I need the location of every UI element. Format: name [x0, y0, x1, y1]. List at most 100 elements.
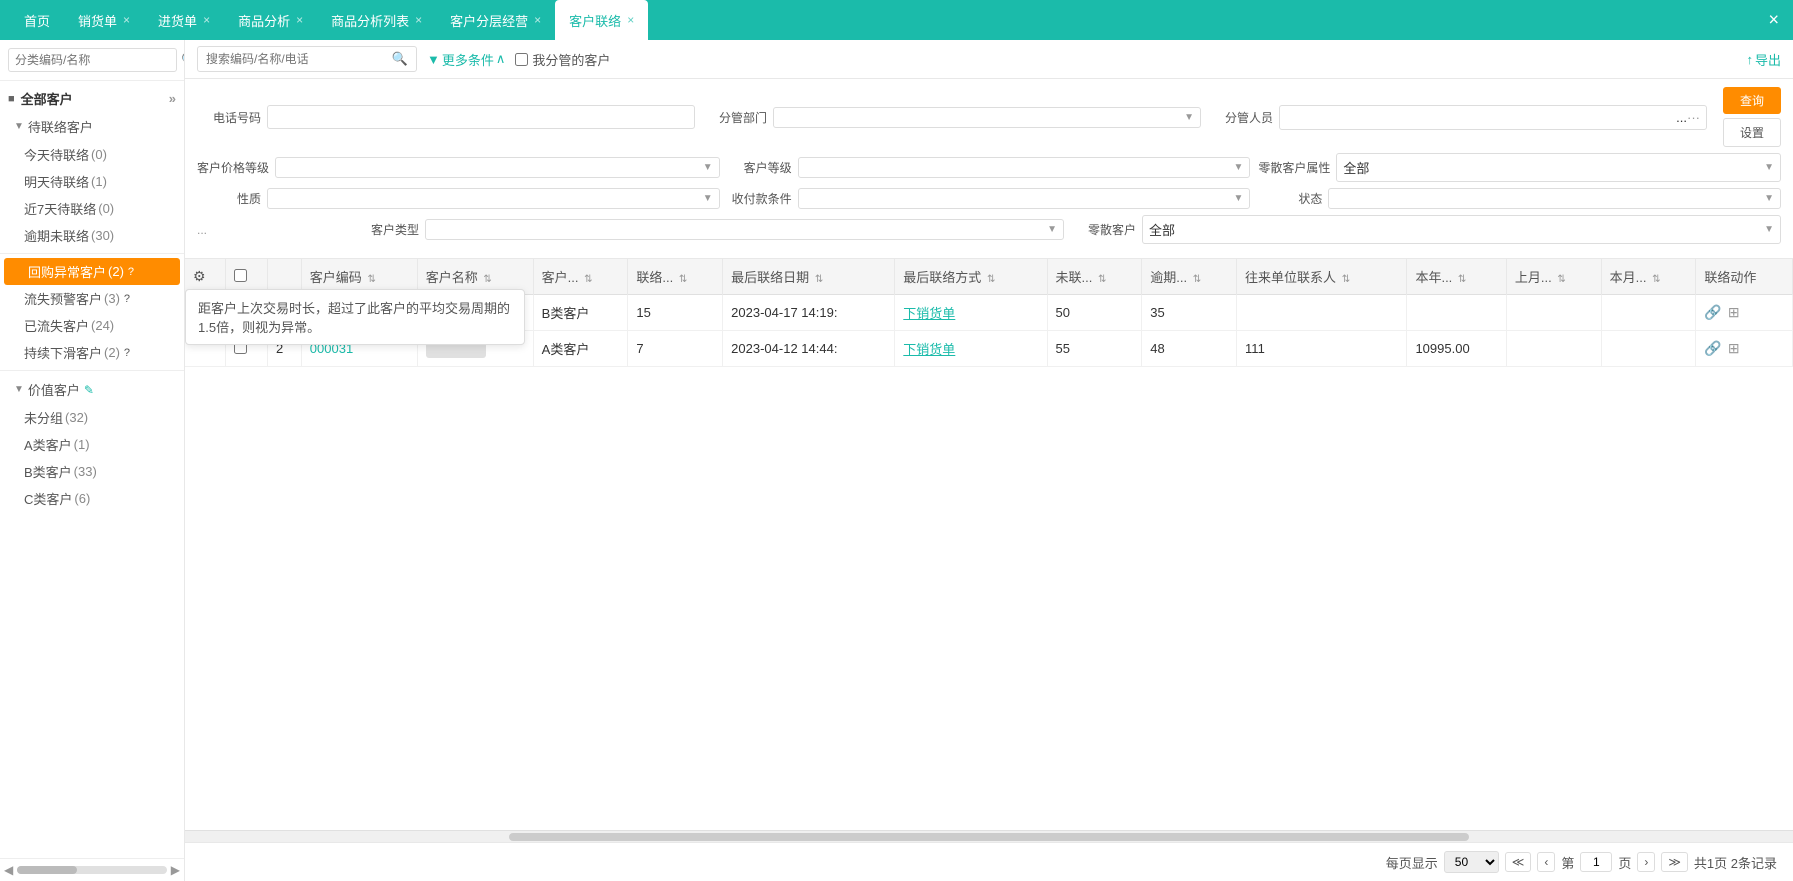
- sidebar-item-tomorrow[interactable]: 明天待联络 (1): [0, 168, 184, 195]
- th-this-month[interactable]: 本月... ⇅: [1601, 259, 1696, 295]
- filter-more-btn[interactable]: ...: [197, 223, 207, 237]
- all-customers-expand-icon: ■: [8, 93, 15, 105]
- horizontal-scrollbar[interactable]: [185, 830, 1793, 842]
- nav-home[interactable]: 首页: [10, 0, 64, 40]
- pending-contact-title[interactable]: ▼ 待联络客户: [0, 112, 184, 141]
- sidebar-item-class-b[interactable]: B类客户 (33): [0, 458, 184, 485]
- sidebar-search-input[interactable]: [8, 48, 177, 72]
- td-pending-0: 50: [1047, 295, 1142, 331]
- sidebar-item-today[interactable]: 今天待联络 (0): [0, 141, 184, 168]
- settings-icon[interactable]: ⚙: [193, 268, 206, 284]
- nav-analysis-list[interactable]: 商品分析列表 ×: [317, 0, 436, 40]
- dept-select[interactable]: ▼: [773, 107, 1201, 128]
- manager-select[interactable]: ... ···: [1279, 105, 1707, 130]
- customer-level-select[interactable]: ▼: [798, 157, 1251, 178]
- th-last-contact-method[interactable]: 最后联络方式 ⇅: [895, 259, 1047, 295]
- lost-warning-help-icon[interactable]: ?: [124, 293, 130, 305]
- th-contact[interactable]: 联络... ⇅: [628, 259, 723, 295]
- last-page-btn[interactable]: ≫: [1661, 852, 1688, 872]
- th-last-month[interactable]: 上月... ⇅: [1506, 259, 1601, 295]
- nav-customer-contact[interactable]: 客户联络 ×: [555, 0, 648, 40]
- nature-select[interactable]: ▼: [267, 188, 720, 209]
- td-this-month-0: [1601, 295, 1696, 331]
- payment-select[interactable]: ▼: [798, 188, 1251, 209]
- td-last-month-0: [1506, 295, 1601, 331]
- current-page-input[interactable]: [1580, 852, 1612, 872]
- nav-sales-close[interactable]: ×: [123, 13, 130, 27]
- td-contact-0: 15: [628, 295, 723, 331]
- th-last-contact-date[interactable]: 最后联络日期 ⇅: [723, 259, 895, 295]
- retail-customer-select[interactable]: 全部 ▼: [1142, 215, 1781, 244]
- sidebar: 🔍 ■ 全部客户 » ▼ 待联络客户 今天待联络 (0) 明天待联络 (1) 近…: [0, 40, 185, 881]
- price-level-select[interactable]: ▼: [275, 157, 720, 178]
- nav-purchase-close[interactable]: ×: [203, 13, 210, 27]
- this-year-sort-icon: ⇅: [1458, 274, 1466, 285]
- nav-purchase[interactable]: 进货单 ×: [144, 0, 224, 40]
- search-magnifier-icon[interactable]: 🔍: [392, 51, 408, 67]
- td-last-method-1[interactable]: 下销货单: [895, 331, 1047, 367]
- app-close-btn[interactable]: ×: [1768, 10, 1779, 31]
- filter-payment: 收付款条件 ▼: [728, 188, 1251, 209]
- filter-action-btns: 查询 设置: [1723, 87, 1781, 147]
- category-sort-icon: ⇅: [584, 274, 592, 285]
- sidebar-item-lost-warning[interactable]: 流失预警客户 (3) ?: [0, 285, 184, 312]
- sidebar-item-repurchase-abnormal[interactable]: 回购异常客户 (2) ?: [4, 258, 180, 285]
- th-overdue[interactable]: 逾期... ⇅: [1142, 259, 1237, 295]
- td-overdue-0: 35: [1142, 295, 1237, 331]
- search-box: 🔍: [197, 46, 417, 72]
- next-page-btn[interactable]: ›: [1637, 852, 1655, 872]
- sidebar-item-already-lost[interactable]: 已流失客户 (24): [0, 312, 184, 339]
- last-date-sort-icon: ⇅: [815, 274, 823, 285]
- sidebar-item-class-c[interactable]: C类客户 (6): [0, 485, 184, 512]
- th-category[interactable]: 客户... ⇅: [533, 259, 628, 295]
- action-grid-icon-0[interactable]: ⊞: [1728, 304, 1740, 321]
- select-all-checkbox[interactable]: [234, 269, 247, 282]
- td-contact-1: 7: [628, 331, 723, 367]
- status-select[interactable]: ▼: [1328, 188, 1781, 209]
- th-company-contact[interactable]: 往来单位联系人 ⇅: [1237, 259, 1407, 295]
- action-link-icon-0[interactable]: 🔗: [1704, 304, 1721, 321]
- sidebar-item-overdue[interactable]: 逾期未联络 (30): [0, 222, 184, 249]
- last-month-sort-icon: ⇅: [1557, 274, 1565, 285]
- value-customer-edit-icon[interactable]: ✎: [84, 383, 94, 397]
- value-customer-header[interactable]: ▼ 价值客户 ✎: [0, 375, 184, 404]
- page-size-select[interactable]: 50 100 200: [1444, 851, 1499, 873]
- setting-btn[interactable]: 设置: [1723, 118, 1781, 147]
- th-this-year[interactable]: 本年... ⇅: [1407, 259, 1506, 295]
- th-pending[interactable]: 未联... ⇅: [1047, 259, 1142, 295]
- more-conditions-btn[interactable]: ▼ 更多条件 ∧: [427, 50, 505, 69]
- declining-help-icon[interactable]: ?: [124, 347, 130, 359]
- td-company-contact-1: 111: [1237, 331, 1407, 367]
- export-btn[interactable]: ↑ 导出: [1746, 50, 1781, 69]
- nav-analysis-list-close[interactable]: ×: [415, 13, 422, 27]
- sidebar-collapse-btn[interactable]: »: [169, 91, 176, 106]
- nav-customer-contact-close[interactable]: ×: [627, 13, 634, 27]
- sidebar-scroll-right[interactable]: ▶: [171, 863, 180, 877]
- nav-customer-segment[interactable]: 客户分层经营 ×: [436, 0, 555, 40]
- value-arrow-icon: ▼: [14, 384, 24, 395]
- prev-page-btn[interactable]: ‹: [1537, 852, 1555, 872]
- search-input[interactable]: [206, 52, 388, 66]
- nav-analysis-close[interactable]: ×: [296, 13, 303, 27]
- action-grid-icon-1[interactable]: ⊞: [1728, 340, 1740, 357]
- query-btn[interactable]: 查询: [1723, 87, 1781, 114]
- sidebar-item-class-a[interactable]: A类客户 (1): [0, 431, 184, 458]
- nav-customer-segment-close[interactable]: ×: [534, 13, 541, 27]
- sidebar-item-7days[interactable]: 近7天待联络 (0): [0, 195, 184, 222]
- retail-attr-select[interactable]: 全部 ▼: [1336, 153, 1781, 182]
- sidebar-item-declining[interactable]: 持续下滑客户 (2) ?: [0, 339, 184, 366]
- nav-sales[interactable]: 销货单 ×: [64, 0, 144, 40]
- repurchase-help-icon[interactable]: ?: [128, 266, 134, 278]
- filter-row-1: 电话号码 分管部门 ▼ 分管人员 ... ···: [197, 87, 1781, 147]
- nav-analysis[interactable]: 商品分析 ×: [224, 0, 317, 40]
- td-last-method-0[interactable]: 下销货单: [895, 295, 1047, 331]
- customer-type-select[interactable]: ▼: [425, 219, 1064, 240]
- filter-manager: 分管人员 ... ···: [1209, 105, 1707, 130]
- first-page-btn[interactable]: ≪: [1505, 852, 1532, 872]
- sidebar-scroll-left[interactable]: ◀: [4, 863, 13, 877]
- phone-input[interactable]: [267, 105, 695, 129]
- all-customers-header[interactable]: ■ 全部客户 »: [0, 81, 184, 112]
- sidebar-item-unclassified[interactable]: 未分组 (32): [0, 404, 184, 431]
- my-customers-checkbox[interactable]: [515, 53, 528, 66]
- action-link-icon-1[interactable]: 🔗: [1704, 340, 1721, 357]
